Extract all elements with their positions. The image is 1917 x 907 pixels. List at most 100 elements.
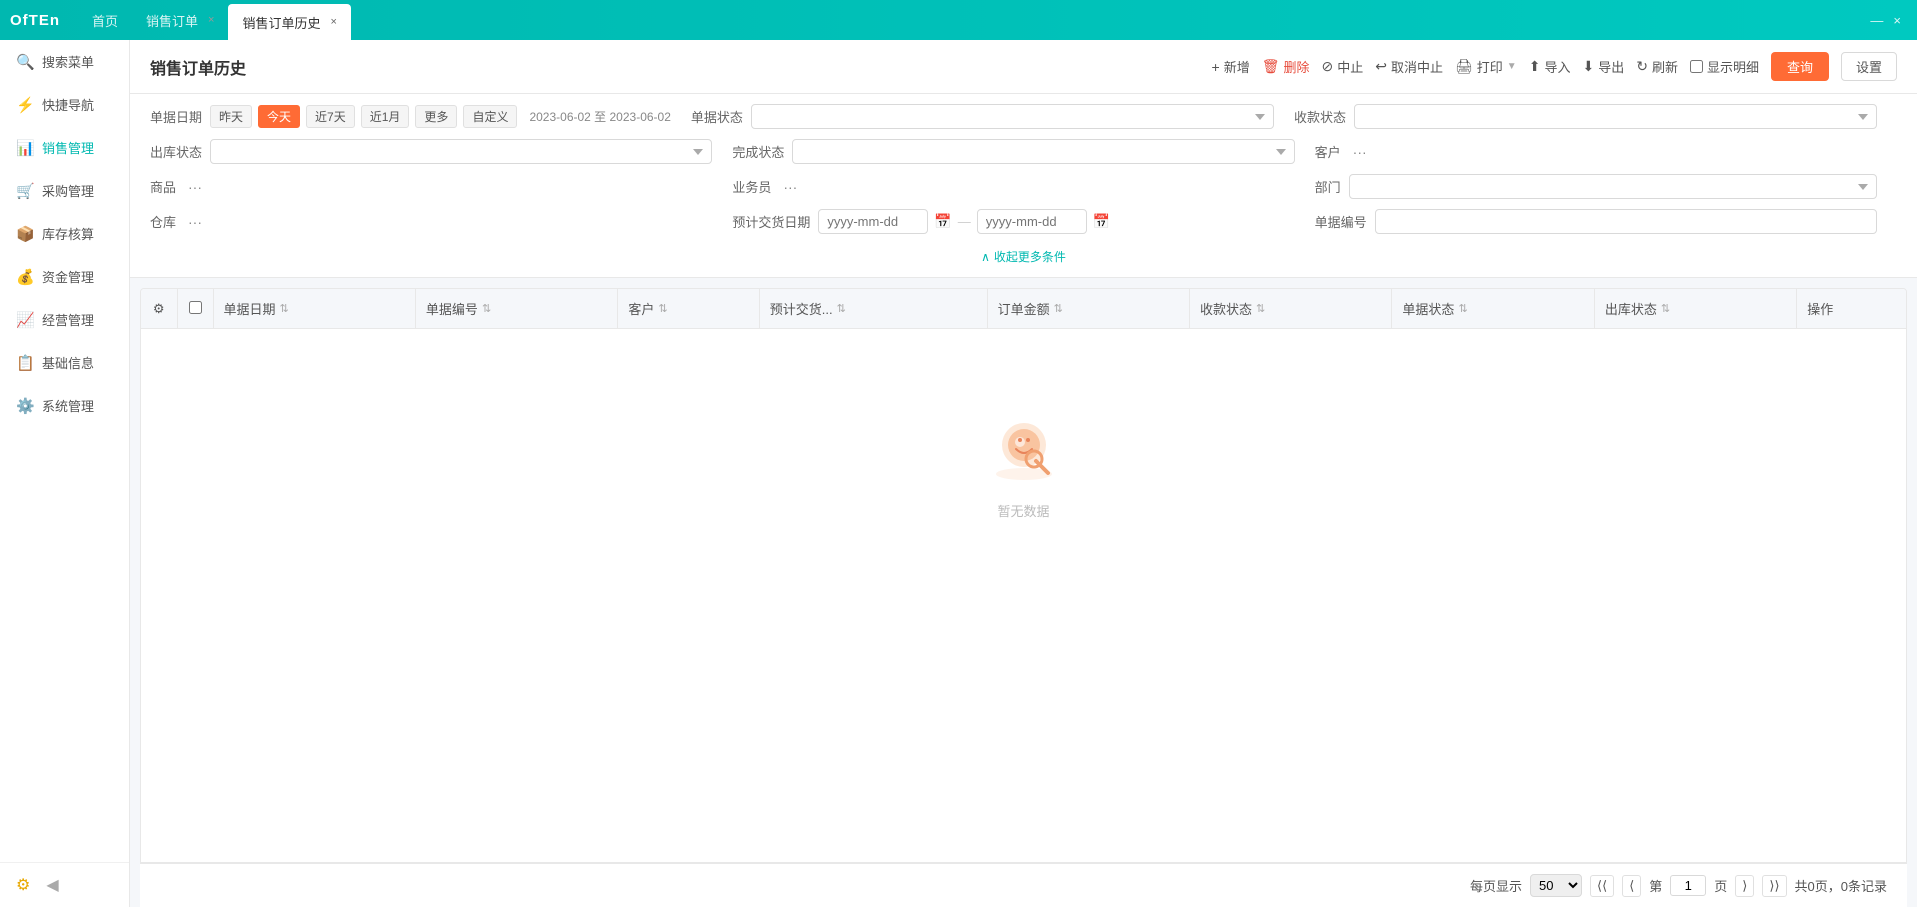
tab-sales-order-history[interactable]: 销售订单历史 ×: [228, 4, 350, 40]
sidebar-item-finance-label: 资金管理: [42, 267, 94, 286]
date-btn-custom[interactable]: 自定义: [463, 105, 517, 128]
per-page-select[interactable]: 50 10 20 100: [1530, 874, 1582, 897]
page-input[interactable]: [1670, 875, 1706, 896]
sidebar-collapse-icon[interactable]: ◀: [46, 875, 58, 895]
filter-row-4: 仓库 ··· 预计交货日期 📅 — 📅 单据编号: [150, 209, 1897, 234]
add-icon: +: [1212, 59, 1220, 75]
cancel-stop-button[interactable]: ↩ 取消中止: [1375, 57, 1443, 76]
product-label: 商品: [150, 177, 176, 196]
export-button[interactable]: ⬇ 导出: [1582, 57, 1624, 76]
display-checkbox[interactable]: [1690, 60, 1703, 73]
th-customer-sort-icon: ⇅: [658, 302, 667, 315]
page-header: 销售订单历史 + 新增 🗑 删除 ⊘ 中止 ↩: [130, 40, 1917, 94]
th-date-label: 单据日期: [224, 299, 276, 318]
calendar-end-icon[interactable]: 📅: [1093, 213, 1110, 230]
filter-cell-payment-status: 收款状态: [1294, 104, 1897, 129]
sidebar-item-sys-mgmt[interactable]: ⚙️ 系统管理: [0, 384, 129, 427]
date-range-display: 2023-06-02 至 2023-06-02: [529, 108, 670, 125]
th-customer-sort[interactable]: 客户 ⇅: [628, 299, 748, 318]
th-date-sort[interactable]: 单据日期 ⇅: [224, 299, 405, 318]
next-page-btn[interactable]: ⟩: [1735, 875, 1754, 897]
date-group: 昨天 今天 近7天 近1月 更多 自定义 2023-06-02 至 2023-0…: [210, 105, 671, 128]
stop-button[interactable]: ⊘ 中止: [1322, 57, 1364, 76]
tab-sales-order-history-close[interactable]: ×: [330, 16, 336, 28]
print-button[interactable]: 🖨 打印 ▼: [1455, 57, 1517, 76]
delivery-date-end-input[interactable]: [977, 209, 1087, 234]
date-btn-yesterday[interactable]: 昨天: [210, 105, 252, 128]
th-bill-no: 单据编号 ⇅: [415, 289, 617, 329]
sidebar-item-search-menu-label: 搜索菜单: [42, 52, 94, 71]
empty-text: 暂无数据: [997, 501, 1049, 520]
department-select[interactable]: [1349, 174, 1877, 199]
th-bill-status-sort[interactable]: 单据状态 ⇅: [1402, 299, 1583, 318]
collapse-row[interactable]: ∧ 收起更多条件: [150, 244, 1897, 267]
bill-status-select[interactable]: [751, 104, 1274, 129]
date-btn-1month[interactable]: 近1月: [361, 105, 410, 128]
display-toggle[interactable]: 显示明细: [1690, 57, 1759, 76]
sidebar-item-operations[interactable]: 📈 经营管理: [0, 298, 129, 341]
filter-cell-salesman: 业务员 ···: [732, 177, 1314, 196]
delivery-date-start-input[interactable]: [818, 209, 928, 234]
bill-no-input[interactable]: [1375, 209, 1877, 234]
add-label: 新增: [1224, 57, 1250, 76]
th-payment-status-sort[interactable]: 收款状态 ⇅: [1200, 299, 1381, 318]
select-all-checkbox[interactable]: [189, 301, 202, 314]
delete-button[interactable]: 🗑 删除: [1262, 57, 1310, 76]
complete-status-select[interactable]: [792, 139, 1294, 164]
th-checkbox[interactable]: [177, 289, 213, 329]
th-outbound-status-sort[interactable]: 出库状态 ⇅: [1605, 299, 1786, 318]
topbar-close[interactable]: ×: [1893, 13, 1901, 28]
date-btn-today[interactable]: 今天: [258, 105, 300, 128]
gear-icon[interactable]: ⚙: [153, 301, 165, 316]
sidebar-item-quick-nav[interactable]: ⚡ 快捷导航: [0, 83, 129, 126]
first-page-btn[interactable]: ⟨⟨: [1590, 875, 1614, 897]
last-page-btn[interactable]: ⟩⟩: [1762, 875, 1786, 897]
add-button[interactable]: + 新增: [1212, 57, 1250, 76]
product-dots-btn[interactable]: ···: [184, 179, 206, 195]
basic-info-icon: 📋: [16, 354, 34, 372]
tab-sales-order-close[interactable]: ×: [208, 14, 214, 26]
setting-button[interactable]: 设置: [1841, 52, 1897, 81]
collapse-up-icon: ∧: [981, 250, 990, 264]
th-order-amount-sort[interactable]: 订单金额 ⇅: [998, 299, 1179, 318]
sidebar-item-search-menu[interactable]: 🔍 搜索菜单: [0, 40, 129, 83]
payment-status-label: 收款状态: [1294, 107, 1346, 126]
th-action-label: 操作: [1807, 302, 1833, 317]
payment-status-select[interactable]: [1354, 104, 1877, 129]
search-menu-icon: 🔍: [16, 53, 34, 71]
th-delivery-date-sort[interactable]: 预计交货... ⇅: [770, 299, 977, 318]
table-wrapper: ⚙ 单据日期 ⇅ 单据编号: [140, 288, 1907, 863]
date-btn-more[interactable]: 更多: [415, 105, 457, 128]
total-label: 共0页，0条记录: [1795, 876, 1887, 895]
sidebar-settings-icon[interactable]: ⚙: [16, 875, 30, 895]
prev-page-btn[interactable]: ⟨: [1622, 875, 1641, 897]
refresh-button[interactable]: ↻ 刷新: [1636, 57, 1678, 76]
sidebar-item-basic-info[interactable]: 📋 基础信息: [0, 341, 129, 384]
sidebar-item-purchase-mgmt[interactable]: 🛒 采购管理: [0, 169, 129, 212]
tab-home[interactable]: 首页: [78, 0, 132, 40]
tab-sales-order[interactable]: 销售订单 ×: [132, 0, 228, 40]
complete-status-label: 完成状态: [732, 142, 784, 161]
query-button[interactable]: 查询: [1771, 52, 1829, 81]
customer-dots-btn[interactable]: ···: [1349, 144, 1371, 160]
warehouse-dots-btn[interactable]: ···: [184, 214, 206, 230]
calendar-start-icon[interactable]: 📅: [934, 213, 951, 230]
th-gear[interactable]: ⚙: [141, 289, 177, 329]
date-btn-7days[interactable]: 近7天: [306, 105, 355, 128]
bill-status-label: 单据状态: [691, 107, 743, 126]
topbar-minimize[interactable]: —: [1870, 13, 1883, 28]
sidebar-item-finance[interactable]: 💰 资金管理: [0, 255, 129, 298]
import-button[interactable]: ⬆ 导入: [1529, 57, 1571, 76]
empty-illustration: [984, 409, 1064, 489]
outbound-status-select[interactable]: [210, 139, 712, 164]
purchase-mgmt-icon: 🛒: [16, 182, 34, 200]
sidebar-item-inventory[interactable]: 📦 库存核算: [0, 212, 129, 255]
sidebar-item-sales-mgmt[interactable]: 📊 销售管理: [0, 126, 129, 169]
toolbar: + 新增 🗑 删除 ⊘ 中止 ↩ 取消中止: [1212, 52, 1898, 81]
th-date-sort-icon: ⇅: [280, 302, 289, 315]
filter-row-1: 单据日期 昨天 今天 近7天 近1月 更多 自定义 2023-06-02 至 2…: [150, 104, 1897, 129]
salesman-dots-btn[interactable]: ···: [779, 179, 801, 195]
th-bill-no-sort[interactable]: 单据编号 ⇅: [426, 299, 607, 318]
th-order-amount: 订单金额 ⇅: [987, 289, 1189, 329]
sidebar-item-sales-mgmt-label: 销售管理: [42, 138, 94, 157]
